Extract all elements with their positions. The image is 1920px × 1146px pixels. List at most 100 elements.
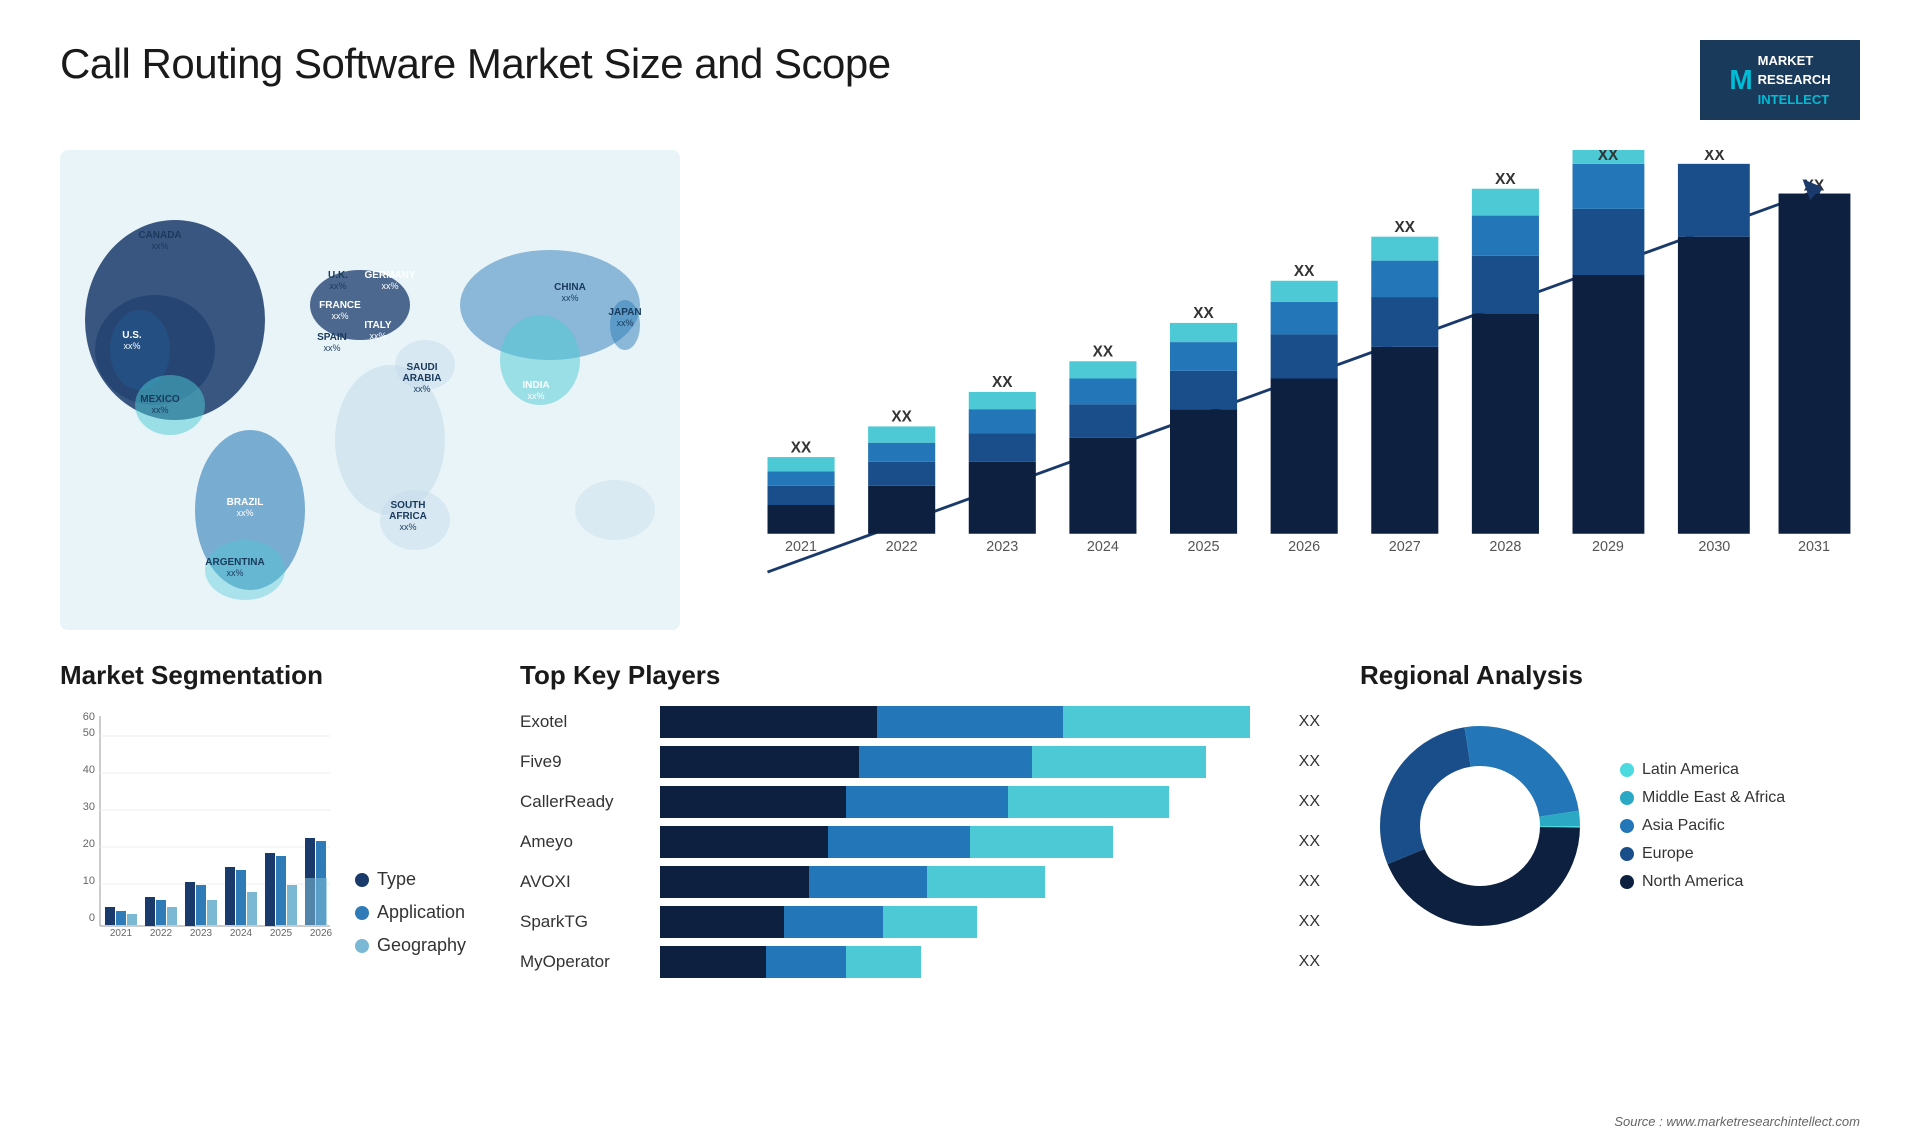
svg-text:XX: XX: [891, 409, 912, 426]
player-value-avoxi: XX: [1299, 873, 1320, 891]
svg-text:CHINA: CHINA: [554, 282, 586, 293]
players-list: Exotel XX Five9: [520, 706, 1320, 978]
legend-application: Application: [355, 902, 466, 923]
svg-text:SPAIN: SPAIN: [317, 332, 347, 343]
logo-area: M MARKET RESEARCH INTELLECT: [1700, 40, 1860, 120]
svg-text:0: 0: [89, 912, 95, 924]
svg-text:AFRICA: AFRICA: [389, 511, 427, 522]
svg-text:2026: 2026: [1288, 539, 1320, 555]
dot-north-america: [1620, 875, 1634, 889]
segmentation-section: Market Segmentation 0 10 20 30 40 50 60: [60, 660, 480, 956]
regional-legend: Latin America Middle East & Africa Asia …: [1620, 761, 1785, 891]
svg-text:20: 20: [83, 838, 95, 850]
player-bar-ameyo: [660, 826, 1281, 858]
svg-text:INDIA: INDIA: [522, 380, 549, 391]
label-latin-america: Latin America: [1642, 761, 1739, 779]
svg-text:2022: 2022: [886, 539, 918, 555]
logo-text: MARKET RESEARCH INTELLECT: [1758, 51, 1831, 110]
player-row-five9: Five9 XX: [520, 746, 1320, 778]
player-name-myoperator: MyOperator: [520, 952, 650, 972]
player-name-avoxi: AVOXI: [520, 872, 650, 892]
svg-text:xx%: xx%: [561, 293, 578, 303]
svg-text:xx%: xx%: [616, 318, 633, 328]
svg-text:xx%: xx%: [236, 508, 253, 518]
page-container: Call Routing Software Market Size and Sc…: [0, 0, 1920, 1146]
player-name-sparktg: SparkTG: [520, 912, 650, 932]
svg-text:2027: 2027: [1389, 539, 1421, 555]
legend-label-geography: Geography: [377, 935, 466, 956]
legend-asia-pacific: Asia Pacific: [1620, 817, 1785, 835]
svg-text:2025: 2025: [270, 928, 293, 939]
player-row-callerready: CallerReady XX: [520, 786, 1320, 818]
player-value-five9: XX: [1299, 753, 1320, 771]
svg-text:xx%: xx%: [151, 405, 168, 415]
svg-text:2031: 2031: [1798, 539, 1830, 555]
source-container: Source : www.marketresearchintellect.com: [1614, 1113, 1860, 1131]
legend-middle-east: Middle East & Africa: [1620, 789, 1785, 807]
dot-europe: [1620, 847, 1634, 861]
source-text: Source : www.marketresearchintellect.com: [1614, 1114, 1860, 1129]
svg-text:XX: XX: [1395, 219, 1416, 236]
svg-text:2029: 2029: [1592, 539, 1624, 555]
svg-text:xx%: xx%: [381, 281, 398, 291]
donut-area: Latin America Middle East & Africa Asia …: [1360, 706, 1860, 946]
svg-text:2021: 2021: [110, 928, 133, 939]
svg-text:2022: 2022: [150, 928, 173, 939]
svg-text:XX: XX: [992, 374, 1013, 391]
player-row-exotel: Exotel XX: [520, 706, 1320, 738]
legend-type: Type: [355, 869, 466, 890]
player-name-exotel: Exotel: [520, 712, 650, 732]
dot-asia-pacific: [1620, 819, 1634, 833]
svg-text:50: 50: [83, 727, 95, 739]
svg-text:30: 30: [83, 801, 95, 813]
svg-text:BRAZIL: BRAZIL: [227, 497, 264, 508]
player-row-myoperator: MyOperator XX: [520, 946, 1320, 978]
svg-text:xx%: xx%: [413, 384, 430, 394]
svg-text:XX: XX: [1294, 263, 1315, 280]
player-bar-callerready: [660, 786, 1281, 818]
player-row-ameyo: Ameyo XX: [520, 826, 1320, 858]
logo-box: M MARKET RESEARCH INTELLECT: [1700, 40, 1860, 120]
legend-north-america: North America: [1620, 873, 1785, 891]
svg-text:CANADA: CANADA: [138, 230, 181, 241]
player-bar-five9: [660, 746, 1281, 778]
svg-text:2025: 2025: [1188, 539, 1220, 555]
legend-latin-america: Latin America: [1620, 761, 1785, 779]
svg-text:2023: 2023: [986, 539, 1018, 555]
svg-text:10: 10: [83, 875, 95, 887]
top-section: CANADA xx% U.S. xx% MEXICO xx% BRAZIL xx…: [60, 150, 1860, 650]
svg-text:U.K.: U.K.: [328, 270, 348, 281]
svg-text:GERMANY: GERMANY: [364, 270, 415, 281]
logo-line2: RESEARCH: [1758, 70, 1831, 90]
player-name-callerready: CallerReady: [520, 792, 650, 812]
svg-text:ITALY: ITALY: [364, 320, 392, 331]
segmentation-svg: 0 10 20 30 40 50 60: [60, 706, 340, 956]
svg-text:FRANCE: FRANCE: [319, 300, 361, 311]
player-value-callerready: XX: [1299, 793, 1320, 811]
svg-text:xx%: xx%: [329, 281, 346, 291]
map-section: CANADA xx% U.S. xx% MEXICO xx% BRAZIL xx…: [60, 150, 680, 650]
player-name-ameyo: Ameyo: [520, 832, 650, 852]
segmentation-chart-area: 0 10 20 30 40 50 60: [60, 706, 480, 956]
svg-text:2021: 2021: [785, 539, 817, 555]
svg-text:XX: XX: [1093, 343, 1114, 360]
world-map-svg: CANADA xx% U.S. xx% MEXICO xx% BRAZIL xx…: [60, 150, 680, 630]
svg-text:MEXICO: MEXICO: [140, 394, 180, 405]
label-north-america: North America: [1642, 873, 1743, 891]
page-title: Call Routing Software Market Size and Sc…: [60, 40, 891, 88]
svg-text:xx%: xx%: [151, 241, 168, 251]
svg-text:xx%: xx%: [399, 522, 416, 532]
svg-text:2024: 2024: [1087, 539, 1119, 555]
label-middle-east: Middle East & Africa: [1642, 789, 1785, 807]
player-name-five9: Five9: [520, 752, 650, 772]
svg-text:xx%: xx%: [123, 341, 140, 351]
svg-text:xx%: xx%: [527, 391, 544, 401]
regional-title: Regional Analysis: [1360, 660, 1860, 691]
regional-section: Regional Analysis: [1360, 660, 1860, 946]
legend-europe: Europe: [1620, 845, 1785, 863]
dot-latin-america: [1620, 763, 1634, 777]
segmentation-legend: Type Application Geography: [355, 869, 466, 956]
svg-text:40: 40: [83, 764, 95, 776]
svg-text:2024: 2024: [230, 928, 253, 939]
dot-middle-east: [1620, 791, 1634, 805]
